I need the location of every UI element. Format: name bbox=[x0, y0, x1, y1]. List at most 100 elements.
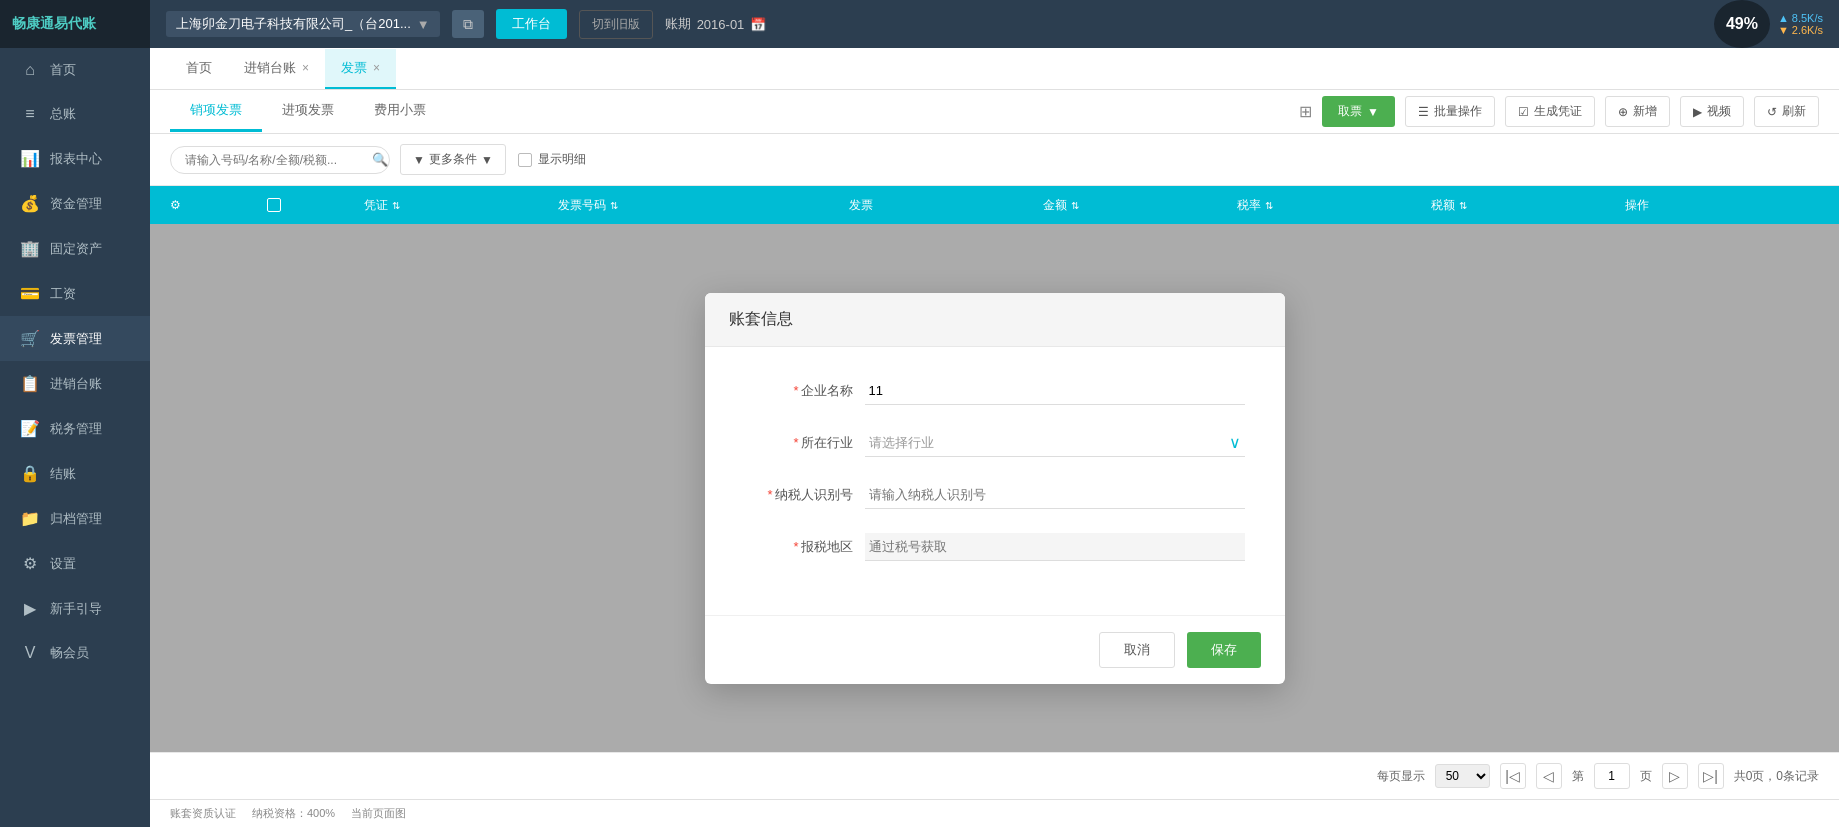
status-bar: 账套资质认证 纳税资格：400% 当前页面图 bbox=[150, 799, 1839, 827]
ticket-dropdown-icon: ▼ bbox=[1367, 105, 1379, 119]
tab-invoice-close-icon[interactable]: × bbox=[373, 61, 380, 75]
speed-numbers: ▲ 8.5K/s ▼ 2.6K/s bbox=[1778, 12, 1823, 36]
show-detail-checkbox[interactable] bbox=[518, 153, 532, 167]
add-button[interactable]: ⊕ 新增 bbox=[1605, 96, 1670, 127]
modal-overlay: 账套信息 *企业名称 *所在行业 bbox=[150, 224, 1839, 752]
speed-indicator: 49% bbox=[1714, 0, 1770, 48]
sidebar-item-固定资产[interactable]: 🏢固定资产 bbox=[0, 226, 150, 271]
sidebar-item-总账[interactable]: ≡总账 bbox=[0, 92, 150, 136]
per-page-select[interactable]: 50 100 200 bbox=[1435, 764, 1490, 788]
generate-cert-button[interactable]: ☑ 生成凭证 bbox=[1505, 96, 1595, 127]
sidebar-item-资金管理[interactable]: 💰资金管理 bbox=[0, 181, 150, 226]
sort-amount-icon[interactable]: ⇅ bbox=[1071, 200, 1079, 211]
sidebar-item-进销台账[interactable]: 📋进销台账 bbox=[0, 361, 150, 406]
company-selector[interactable]: 上海卯金刀电子科技有限公司_（台201... ▼ bbox=[166, 11, 440, 37]
nav-label-2: 报表中心 bbox=[50, 150, 102, 168]
sidebar-nav: ⌂首页≡总账📊报表中心💰资金管理🏢固定资产💳工资🛒发票管理📋进销台账📝税务管理🔒… bbox=[0, 48, 150, 827]
first-page-button[interactable]: |◁ bbox=[1500, 763, 1526, 789]
status-info: 纳税资格：400% bbox=[252, 806, 335, 821]
download-arrow-icon: ▼ bbox=[1778, 24, 1789, 36]
video-button[interactable]: ▶ 视频 bbox=[1680, 96, 1744, 127]
settings-icon[interactable]: ⚙ bbox=[170, 198, 181, 212]
total-info: 共0页，0条记录 bbox=[1734, 768, 1819, 785]
save-button[interactable]: 保存 bbox=[1187, 632, 1261, 668]
page-label-prefix: 第 bbox=[1572, 768, 1584, 785]
last-page-button[interactable]: ▷| bbox=[1698, 763, 1724, 789]
nav-label-11: 设置 bbox=[50, 555, 76, 573]
nav-icon-11: ⚙ bbox=[20, 554, 40, 573]
tab-invoice[interactable]: 发票 × bbox=[325, 49, 396, 89]
sub-tab-purchase-invoice[interactable]: 进项发票 bbox=[262, 91, 354, 132]
switch-version-button[interactable]: 切到旧版 bbox=[579, 10, 653, 39]
copy-button[interactable]: ⧉ bbox=[452, 10, 484, 38]
next-page-button[interactable]: ▷ bbox=[1662, 763, 1688, 789]
sidebar-item-发票管理[interactable]: 🛒发票管理 bbox=[0, 316, 150, 361]
calendar-icon[interactable]: 📅 bbox=[750, 17, 766, 32]
show-detail-toggle[interactable]: 显示明细 bbox=[518, 151, 586, 168]
nav-label-9: 结账 bbox=[50, 465, 76, 483]
form-row-industry: *所在行业 请选择行业 ∨ bbox=[745, 429, 1245, 457]
th-settings: ⚙ bbox=[170, 198, 267, 212]
tab-home-label: 首页 bbox=[186, 59, 212, 77]
table-header: ⚙ 凭证 ⇅ 发票号码 ⇅ 发票 金额 ⇅ 税率 ⇅ bbox=[150, 186, 1839, 224]
input-tax-id[interactable] bbox=[865, 481, 1245, 509]
industry-select[interactable]: 请选择行业 bbox=[865, 429, 1245, 456]
filter-button[interactable]: ▼ 更多条件 ▼ bbox=[400, 144, 506, 175]
th-voucher: 凭证 ⇅ bbox=[364, 197, 558, 214]
page-label-suffix: 页 bbox=[1640, 768, 1652, 785]
dialog-footer: 取消 保存 bbox=[705, 615, 1285, 684]
th-amount: 金额 ⇅ bbox=[1043, 197, 1237, 214]
ticket-button[interactable]: 取票 ▼ bbox=[1322, 96, 1395, 127]
pagination: 每页显示 50 100 200 |◁ ◁ 第 页 ▷ ▷| 共0页，0条记录 bbox=[150, 752, 1839, 799]
cancel-button[interactable]: 取消 bbox=[1099, 632, 1175, 668]
sort-rate-icon[interactable]: ⇅ bbox=[1265, 200, 1273, 211]
sub-tabs: 销项发票 进项发票 费用小票 ⊞ 取票 ▼ ☰ 批量操作 ☑ bbox=[150, 90, 1839, 134]
grid-view-icon[interactable]: ⊞ bbox=[1299, 102, 1312, 121]
sidebar-item-税务管理[interactable]: 📝税务管理 bbox=[0, 406, 150, 451]
th-invoice-type: 发票 bbox=[849, 197, 1043, 214]
sort-voucher-icon[interactable]: ⇅ bbox=[392, 200, 400, 211]
input-company-name[interactable] bbox=[865, 377, 1245, 405]
nav-label-1: 总账 bbox=[50, 105, 76, 123]
sidebar-item-新手引导[interactable]: ▶新手引导 bbox=[0, 586, 150, 631]
status-extra: 当前页面图 bbox=[351, 806, 406, 821]
content-area: 账套信息 *企业名称 *所在行业 bbox=[150, 224, 1839, 752]
nav-icon-8: 📝 bbox=[20, 419, 40, 438]
sub-tab-sales-invoice[interactable]: 销项发票 bbox=[170, 91, 262, 132]
nav-icon-9: 🔒 bbox=[20, 464, 40, 483]
batch-op-button[interactable]: ☰ 批量操作 bbox=[1405, 96, 1495, 127]
nav-icon-5: 💳 bbox=[20, 284, 40, 303]
current-page-input[interactable] bbox=[1594, 763, 1630, 789]
download-speed: ▼ 2.6K/s bbox=[1778, 24, 1823, 36]
industry-select-wrapper: 请选择行业 ∨ bbox=[865, 429, 1245, 457]
sidebar-item-设置[interactable]: ⚙ 设置 bbox=[0, 541, 150, 586]
company-name: 上海卯金刀电子科技有限公司_（台201... bbox=[176, 15, 411, 33]
sort-invoice-icon[interactable]: ⇅ bbox=[610, 200, 618, 211]
search-input[interactable] bbox=[170, 146, 390, 174]
sub-tab-expense-receipt[interactable]: 费用小票 bbox=[354, 91, 446, 132]
nav-icon-13: V bbox=[20, 644, 40, 662]
nav-icon-7: 📋 bbox=[20, 374, 40, 393]
search-icon[interactable]: 🔍 bbox=[372, 152, 388, 167]
filter-arrow-icon: ▼ bbox=[481, 153, 493, 167]
tab-purchase-ledger[interactable]: 进销台账 × bbox=[228, 49, 325, 89]
sidebar-item-报表中心[interactable]: 📊报表中心 bbox=[0, 136, 150, 181]
sidebar-logo: 畅康通易代账 bbox=[0, 0, 150, 48]
period-label: 账期 bbox=[665, 15, 691, 33]
tab-home[interactable]: 首页 bbox=[170, 49, 228, 89]
prev-page-button[interactable]: ◁ bbox=[1536, 763, 1562, 789]
sidebar-item-工资[interactable]: 💳工资 bbox=[0, 271, 150, 316]
sidebar-item-畅会员[interactable]: V畅会员 bbox=[0, 631, 150, 675]
sidebar-item-首页[interactable]: ⌂首页 bbox=[0, 48, 150, 92]
logo-text: 畅康通易代账 bbox=[12, 15, 96, 33]
select-all-checkbox[interactable] bbox=[267, 198, 281, 212]
sidebar-item-归档管理[interactable]: 📁归档管理 bbox=[0, 496, 150, 541]
workbench-button[interactable]: 工作台 bbox=[496, 9, 567, 39]
tab-purchase-label: 进销台账 bbox=[244, 59, 296, 77]
sort-tax-icon[interactable]: ⇅ bbox=[1459, 200, 1467, 211]
form-row-company-name: *企业名称 bbox=[745, 377, 1245, 405]
tab-purchase-close-icon[interactable]: × bbox=[302, 61, 309, 75]
refresh-button[interactable]: ↺ 刷新 bbox=[1754, 96, 1819, 127]
status-text: 账套资质认证 bbox=[170, 806, 236, 821]
sidebar-item-结账[interactable]: 🔒 结账 bbox=[0, 451, 150, 496]
